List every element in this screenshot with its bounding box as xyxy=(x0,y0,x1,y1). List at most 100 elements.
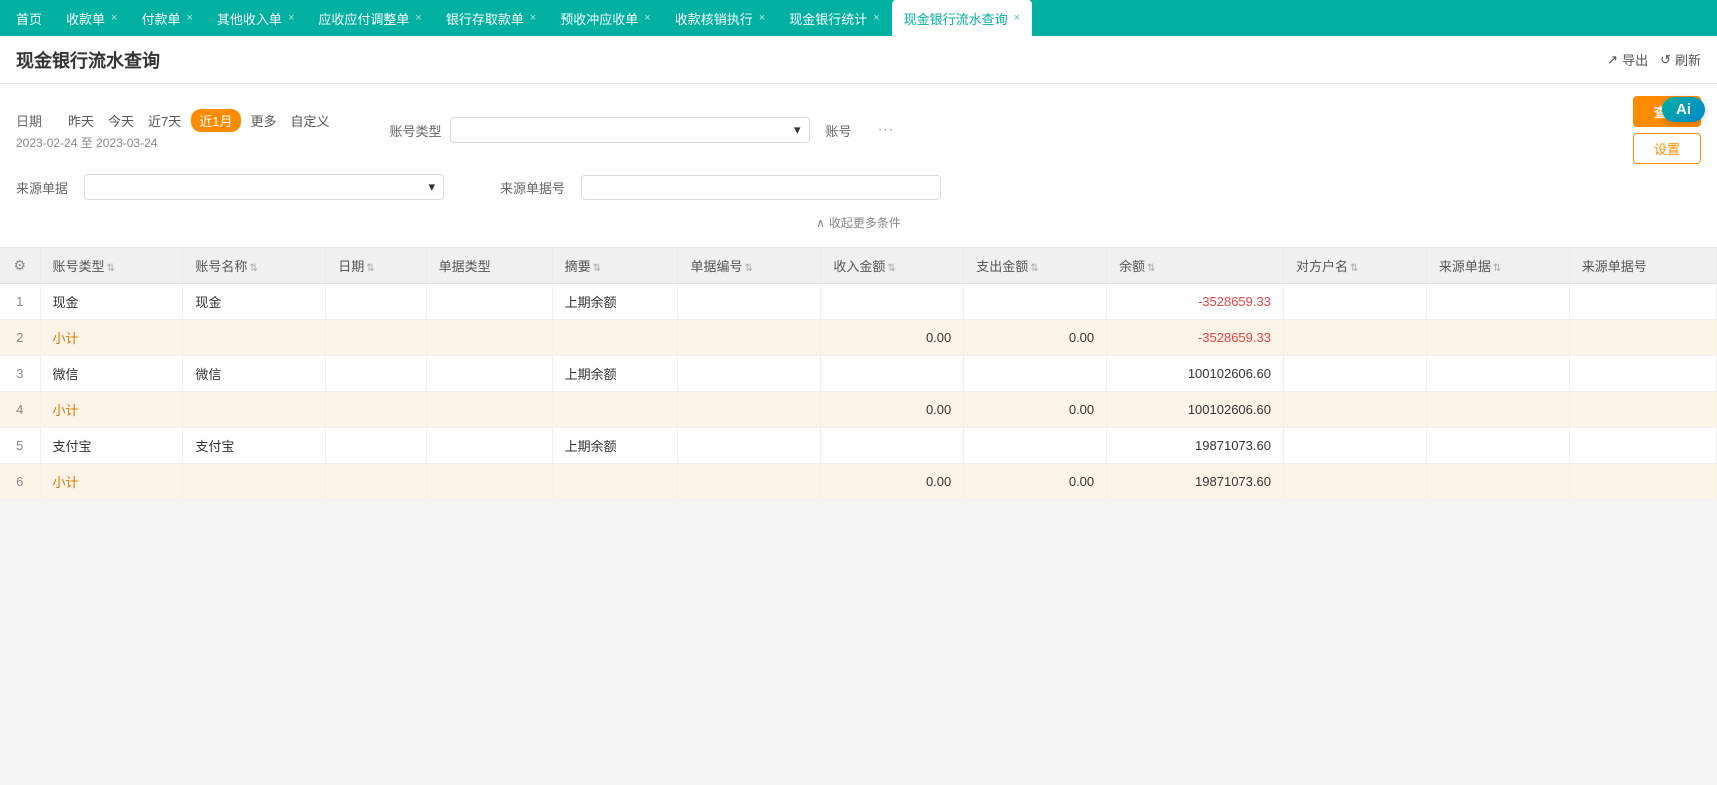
nav-item-收款核销执行[interactable]: 收款核销执行 × xyxy=(663,0,777,36)
col-date[interactable]: 日期⇅ xyxy=(326,248,426,284)
col-summary[interactable]: 摘要⇅ xyxy=(552,248,678,284)
nav-item-收款单[interactable]: 收款单 × xyxy=(54,0,129,36)
header-actions: ↗ 导出 ↺ 刷新 xyxy=(1607,50,1701,69)
row-source-doc-no xyxy=(1569,320,1716,356)
row-no: 2 xyxy=(0,320,40,356)
date-btn-1month[interactable]: 近1月 xyxy=(191,109,240,132)
nav-item-其他收入单[interactable]: 其他收入单 × xyxy=(205,0,306,36)
account-filter: 账号 ··· xyxy=(826,117,898,143)
row-expense xyxy=(964,428,1107,464)
row-account-name: 现金 xyxy=(183,284,326,320)
nav-item-应收应付调整单[interactable]: 应收应付调整单 × xyxy=(306,0,433,36)
row-doc-type xyxy=(426,464,552,500)
row-doc-type xyxy=(426,428,552,464)
row-account-name: 支付宝 xyxy=(183,428,326,464)
account-dots[interactable]: ··· xyxy=(874,117,898,143)
chevron-down-icon-2: ▾ xyxy=(428,179,435,195)
row-account-name xyxy=(183,320,326,356)
row-account-type: 小计 xyxy=(40,320,183,356)
close-icon[interactable]: × xyxy=(111,12,117,24)
row-account-name xyxy=(183,392,326,428)
filter-area: 日期 昨天 今天 近7天 近1月 更多 自定义 2023-02-24 至 202… xyxy=(0,84,1717,248)
row-no: 6 xyxy=(0,464,40,500)
table-row: 6 小计 0.00 0.00 19871073.60 xyxy=(0,464,1717,500)
collapse-label: 收起更多条件 xyxy=(829,214,901,231)
nav-item-付款单[interactable]: 付款单 × xyxy=(129,0,204,36)
col-balance[interactable]: 余额⇅ xyxy=(1107,248,1284,284)
row-counterparty xyxy=(1283,284,1426,320)
date-btn-yesterday[interactable]: 昨天 xyxy=(64,109,98,132)
row-date xyxy=(326,284,426,320)
row-doc-type xyxy=(426,284,552,320)
row-balance: 100102606.60 xyxy=(1107,356,1284,392)
date-label: 日期 xyxy=(16,111,56,130)
source-doc-num-input[interactable] xyxy=(581,175,941,200)
table-header-row: ⚙ 账号类型⇅ 账号名称⇅ 日期⇅ 单据类型 摘要⇅ 单据编号⇅ 收入金额⇅ 支… xyxy=(0,248,1717,284)
collapse-bar[interactable]: ∧ 收起更多条件 xyxy=(16,210,1701,235)
date-btn-more[interactable]: 更多 xyxy=(247,109,281,132)
col-doc-type[interactable]: 单据类型 xyxy=(426,248,552,284)
close-icon[interactable]: × xyxy=(530,12,536,24)
account-label: 账号 xyxy=(826,121,866,140)
row-source-doc xyxy=(1426,464,1569,500)
row-account-name: 微信 xyxy=(183,356,326,392)
row-date xyxy=(326,392,426,428)
row-balance: -3528659.33 xyxy=(1107,320,1284,356)
col-income[interactable]: 收入金额⇅ xyxy=(821,248,964,284)
row-expense: 0.00 xyxy=(964,392,1107,428)
export-button[interactable]: ↗ 导出 xyxy=(1607,50,1648,69)
row-account-type: 支付宝 xyxy=(40,428,183,464)
refresh-button[interactable]: ↺ 刷新 xyxy=(1660,50,1701,69)
account-type-dropdown[interactable]: ▾ xyxy=(450,117,810,143)
col-account-name[interactable]: 账号名称⇅ xyxy=(183,248,326,284)
date-btn-custom[interactable]: 自定义 xyxy=(287,109,334,132)
col-counterparty[interactable]: 对方户名⇅ xyxy=(1283,248,1426,284)
row-doc-no xyxy=(678,428,821,464)
settings-column-header[interactable]: ⚙ xyxy=(0,248,40,284)
nav-item-银行存取款单[interactable]: 银行存取款单 × xyxy=(434,0,548,36)
close-icon[interactable]: × xyxy=(873,12,879,24)
source-doc-dropdown[interactable]: ▾ xyxy=(84,174,444,200)
close-icon[interactable]: × xyxy=(644,12,650,24)
nav-item-预收冲应收单[interactable]: 预收冲应收单 × xyxy=(548,0,662,36)
row-doc-type xyxy=(426,356,552,392)
row-summary: 上期余额 xyxy=(552,284,678,320)
settings-button[interactable]: 设置 xyxy=(1633,133,1701,164)
table-row: 4 小计 0.00 0.00 100102606.60 xyxy=(0,392,1717,428)
col-source-doc-no[interactable]: 来源单据号 xyxy=(1569,248,1716,284)
col-source-doc[interactable]: 来源单据⇅ xyxy=(1426,248,1569,284)
page-title: 现金银行流水查询 xyxy=(16,47,160,73)
ai-button[interactable]: Ai xyxy=(1662,97,1705,122)
close-icon[interactable]: × xyxy=(415,12,421,24)
row-no: 5 xyxy=(0,428,40,464)
nav-item-现金银行统计[interactable]: 现金银行统计 × xyxy=(777,0,891,36)
row-source-doc xyxy=(1426,392,1569,428)
nav-item-现金银行流水查询[interactable]: 现金银行流水查询 × xyxy=(892,0,1032,36)
close-icon[interactable]: × xyxy=(288,12,294,24)
row-date xyxy=(326,428,426,464)
table-row: 2 小计 0.00 0.00 -3528659.33 xyxy=(0,320,1717,356)
close-icon[interactable]: × xyxy=(759,12,765,24)
col-account-type[interactable]: 账号类型⇅ xyxy=(40,248,183,284)
page-header: 现金银行流水查询 ↗ 导出 ↺ 刷新 xyxy=(0,36,1717,84)
row-summary xyxy=(552,320,678,356)
nav-home[interactable]: 首页 xyxy=(4,0,54,36)
account-type-label: 账号类型 xyxy=(390,121,442,140)
col-expense[interactable]: 支出金额⇅ xyxy=(964,248,1107,284)
data-table: ⚙ 账号类型⇅ 账号名称⇅ 日期⇅ 单据类型 摘要⇅ 单据编号⇅ 收入金额⇅ 支… xyxy=(0,248,1717,500)
data-table-container: ⚙ 账号类型⇅ 账号名称⇅ 日期⇅ 单据类型 摘要⇅ 单据编号⇅ 收入金额⇅ 支… xyxy=(0,248,1717,500)
row-doc-no xyxy=(678,356,821,392)
close-icon[interactable]: × xyxy=(186,12,192,24)
row-account-type: 现金 xyxy=(40,284,183,320)
gear-icon: ⚙ xyxy=(13,257,26,273)
row-balance: 19871073.60 xyxy=(1107,464,1284,500)
row-date xyxy=(326,464,426,500)
row-balance: -3528659.33 xyxy=(1107,284,1284,320)
col-doc-no[interactable]: 单据编号⇅ xyxy=(678,248,821,284)
row-account-name xyxy=(183,464,326,500)
date-btn-today[interactable]: 今天 xyxy=(104,109,138,132)
close-icon[interactable]: × xyxy=(1014,12,1020,24)
row-source-doc xyxy=(1426,284,1569,320)
date-btn-7days[interactable]: 近7天 xyxy=(144,109,185,132)
row-doc-no xyxy=(678,464,821,500)
